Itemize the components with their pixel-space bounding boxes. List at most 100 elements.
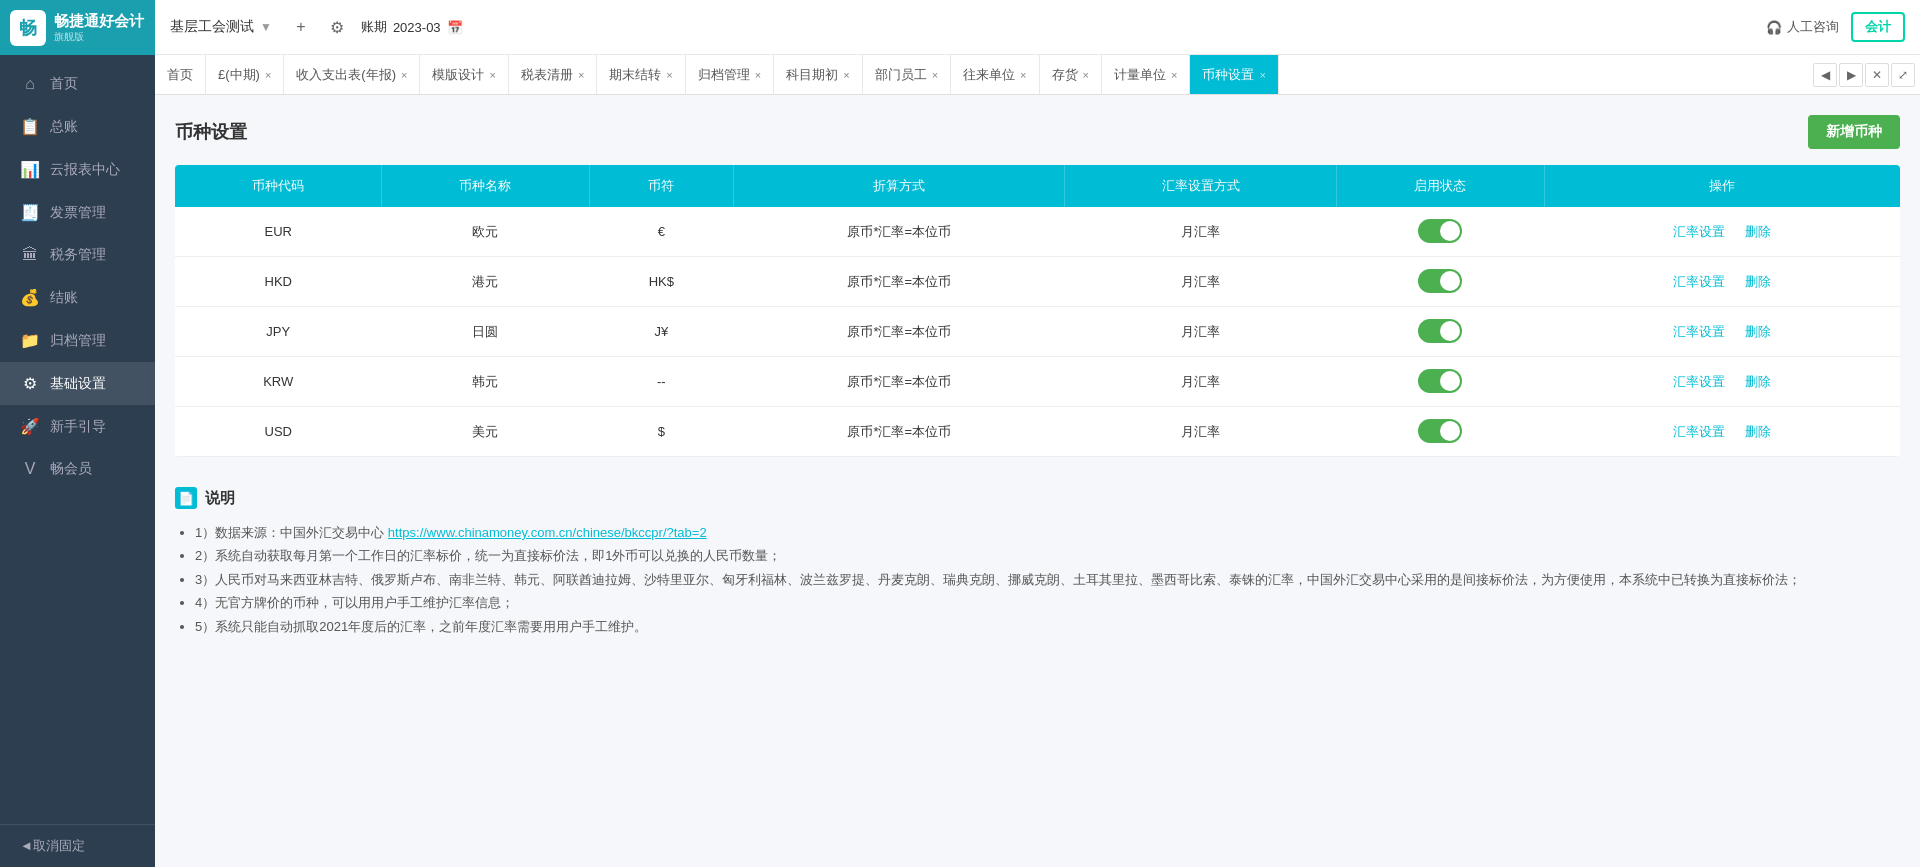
- tab-计量单位[interactable]: 计量单位 ×: [1102, 55, 1190, 95]
- cell-enabled: [1336, 207, 1544, 257]
- enabled-toggle[interactable]: [1418, 319, 1462, 343]
- cell-enabled: [1336, 357, 1544, 407]
- rate-settings-link[interactable]: 汇率设置: [1673, 374, 1725, 389]
- tabs-next-button[interactable]: ▶: [1839, 63, 1863, 87]
- sidebar-item-reports[interactable]: 📊 云报表中心: [0, 148, 155, 191]
- enabled-toggle[interactable]: [1418, 269, 1462, 293]
- tab-close-icon[interactable]: ×: [1020, 69, 1026, 81]
- nav-icon-invoice: 🧾: [20, 203, 40, 222]
- nav-label-archive: 归档管理: [50, 332, 106, 350]
- delete-link[interactable]: 删除: [1745, 324, 1771, 339]
- header-actions: + ⚙: [287, 13, 351, 41]
- tab-close-icon[interactable]: ×: [489, 69, 495, 81]
- toggle-track: [1418, 419, 1462, 443]
- tab-币种设置[interactable]: 币种设置×: [1190, 55, 1278, 95]
- sidebar-item-ledger[interactable]: 📋 总账: [0, 105, 155, 148]
- sidebar-item-settle[interactable]: 💰 结账: [0, 276, 155, 319]
- table-row: HKD 港元 HK$ 原币*汇率=本位币 月汇率 汇率设置 删除: [175, 257, 1900, 307]
- tab-label: 计量单位: [1114, 66, 1166, 84]
- project-selector[interactable]: 基层工会测试 ▼: [170, 18, 272, 36]
- cell-name: 欧元: [382, 207, 590, 257]
- table-row: USD 美元 $ 原币*汇率=本位币 月汇率 汇率设置 删除: [175, 407, 1900, 457]
- sidebar-item-tax[interactable]: 🏛 税务管理: [0, 234, 155, 276]
- tab-存货[interactable]: 存货×: [1040, 55, 1102, 95]
- tabs-close-all-button[interactable]: ✕: [1865, 63, 1889, 87]
- add-tab-button[interactable]: +: [287, 13, 315, 41]
- tab-close-icon[interactable]: ×: [755, 69, 761, 81]
- account-button[interactable]: 会计: [1851, 12, 1905, 42]
- support-button[interactable]: 🎧 人工咨询: [1766, 18, 1839, 36]
- rate-settings-link[interactable]: 汇率设置: [1673, 424, 1725, 439]
- delete-link[interactable]: 删除: [1745, 274, 1771, 289]
- rate-settings-link[interactable]: 汇率设置: [1673, 224, 1725, 239]
- logo-sub: 旗舰版: [54, 30, 144, 44]
- sidebar: 畅 畅捷通好会计 旗舰版 ⌂ 首页📋 总账📊 云报表中心🧾 发票管理🏛 税务管理…: [0, 0, 155, 867]
- tab-close-icon[interactable]: ×: [1259, 69, 1265, 81]
- nav-icon-member: V: [20, 460, 40, 478]
- tab-税表清册[interactable]: 税表清册×: [509, 55, 597, 95]
- tab-close-icon[interactable]: ×: [1171, 69, 1177, 81]
- cell-rate-type: 月汇率: [1065, 357, 1336, 407]
- sidebar-item-archive[interactable]: 📁 归档管理: [0, 319, 155, 362]
- table-row: KRW 韩元 -- 原币*汇率=本位币 月汇率 汇率设置 删除: [175, 357, 1900, 407]
- tab-close-icon[interactable]: ×: [401, 69, 407, 81]
- nav-label-reports: 云报表中心: [50, 161, 120, 179]
- col-header-启用状态: 启用状态: [1336, 165, 1544, 207]
- sidebar-item-basic[interactable]: ⚙ 基础设置: [0, 362, 155, 405]
- tab-首页[interactable]: 首页: [155, 55, 206, 95]
- cell-name: 韩元: [382, 357, 590, 407]
- tabs-navigation: ◀ ▶ ✕ ⤢: [1808, 63, 1920, 87]
- tab-往来单位[interactable]: 往来单位 ×: [951, 55, 1039, 95]
- calendar-icon[interactable]: 📅: [447, 20, 463, 35]
- tabs-maximize-button[interactable]: ⤢: [1891, 63, 1915, 87]
- delete-link[interactable]: 删除: [1745, 374, 1771, 389]
- sidebar-item-guide[interactable]: 🚀 新手引导: [0, 405, 155, 448]
- sidebar-item-home[interactable]: ⌂ 首页: [0, 63, 155, 105]
- nav-label-ledger: 总账: [50, 118, 78, 136]
- tab-close-icon[interactable]: ×: [843, 69, 849, 81]
- settings-button[interactable]: ⚙: [323, 13, 351, 41]
- delete-link[interactable]: 删除: [1745, 424, 1771, 439]
- project-name: 基层工会测试: [170, 18, 254, 36]
- tab-£(中期)[interactable]: £(中期)×: [206, 55, 284, 95]
- cell-symbol: HK$: [589, 257, 733, 307]
- delete-link[interactable]: 删除: [1745, 224, 1771, 239]
- tab-close-icon[interactable]: ×: [578, 69, 584, 81]
- rate-settings-link[interactable]: 汇率设置: [1673, 324, 1725, 339]
- period-value: 2023-03: [393, 20, 441, 35]
- enabled-toggle[interactable]: [1418, 219, 1462, 243]
- rate-settings-link[interactable]: 汇率设置: [1673, 274, 1725, 289]
- enabled-toggle[interactable]: [1418, 419, 1462, 443]
- tab-close-icon[interactable]: ×: [1083, 69, 1089, 81]
- tab-close-icon[interactable]: ×: [932, 69, 938, 81]
- cell-calc: 原币*汇率=本位币: [733, 257, 1065, 307]
- cell-calc: 原币*汇率=本位币: [733, 407, 1065, 457]
- nav-icon-archive: 📁: [20, 331, 40, 350]
- tabs-prev-button[interactable]: ◀: [1813, 63, 1837, 87]
- tab-科目期初[interactable]: 科目期初×: [774, 55, 862, 95]
- notes-section: 📄 说明 1）数据来源：中国外汇交易中心 https://www.chinamo…: [175, 487, 1900, 638]
- tab-归档管理[interactable]: 归档管理×: [686, 55, 774, 95]
- note-item-5: 5）系统只能自动抓取2021年度后的汇率，之前年度汇率需要用用户手工维护。: [195, 615, 1900, 638]
- tab-期末结转[interactable]: 期末结转×: [597, 55, 685, 95]
- cell-code: KRW: [175, 357, 382, 407]
- sidebar-item-member[interactable]: V 畅会员: [0, 448, 155, 490]
- new-currency-button[interactable]: 新增币种: [1808, 115, 1900, 149]
- notes-list: 1）数据来源：中国外汇交易中心 https://www.chinamoney.c…: [175, 521, 1900, 638]
- chinamoney-link[interactable]: https://www.chinamoney.com.cn/chinese/bk…: [388, 525, 707, 540]
- sidebar-pin-toggle[interactable]: ◄取消固定: [0, 824, 155, 867]
- tab-close-icon[interactable]: ×: [666, 69, 672, 81]
- table-header-row: 币种代码币种名称币符折算方式汇率设置方式启用状态操作: [175, 165, 1900, 207]
- tab-label: 往来单位: [963, 66, 1015, 84]
- currency-table: 币种代码币种名称币符折算方式汇率设置方式启用状态操作 EUR 欧元 € 原币*汇…: [175, 165, 1900, 457]
- tab-模版设计[interactable]: 模版设计×: [420, 55, 508, 95]
- header: 基层工会测试 ▼ + ⚙ 账期 2023-03 📅 🎧 人工咨询 会计: [155, 0, 1920, 55]
- tab-close-icon[interactable]: ×: [265, 69, 271, 81]
- sidebar-item-invoice[interactable]: 🧾 发票管理: [0, 191, 155, 234]
- cell-calc: 原币*汇率=本位币: [733, 207, 1065, 257]
- tab-收入支出表(年报)[interactable]: 收入支出表(年报)×: [284, 55, 420, 95]
- enabled-toggle[interactable]: [1418, 369, 1462, 393]
- cell-symbol: J¥: [589, 307, 733, 357]
- tab-部门员工[interactable]: 部门员工×: [863, 55, 951, 95]
- cell-actions: 汇率设置 删除: [1544, 257, 1900, 307]
